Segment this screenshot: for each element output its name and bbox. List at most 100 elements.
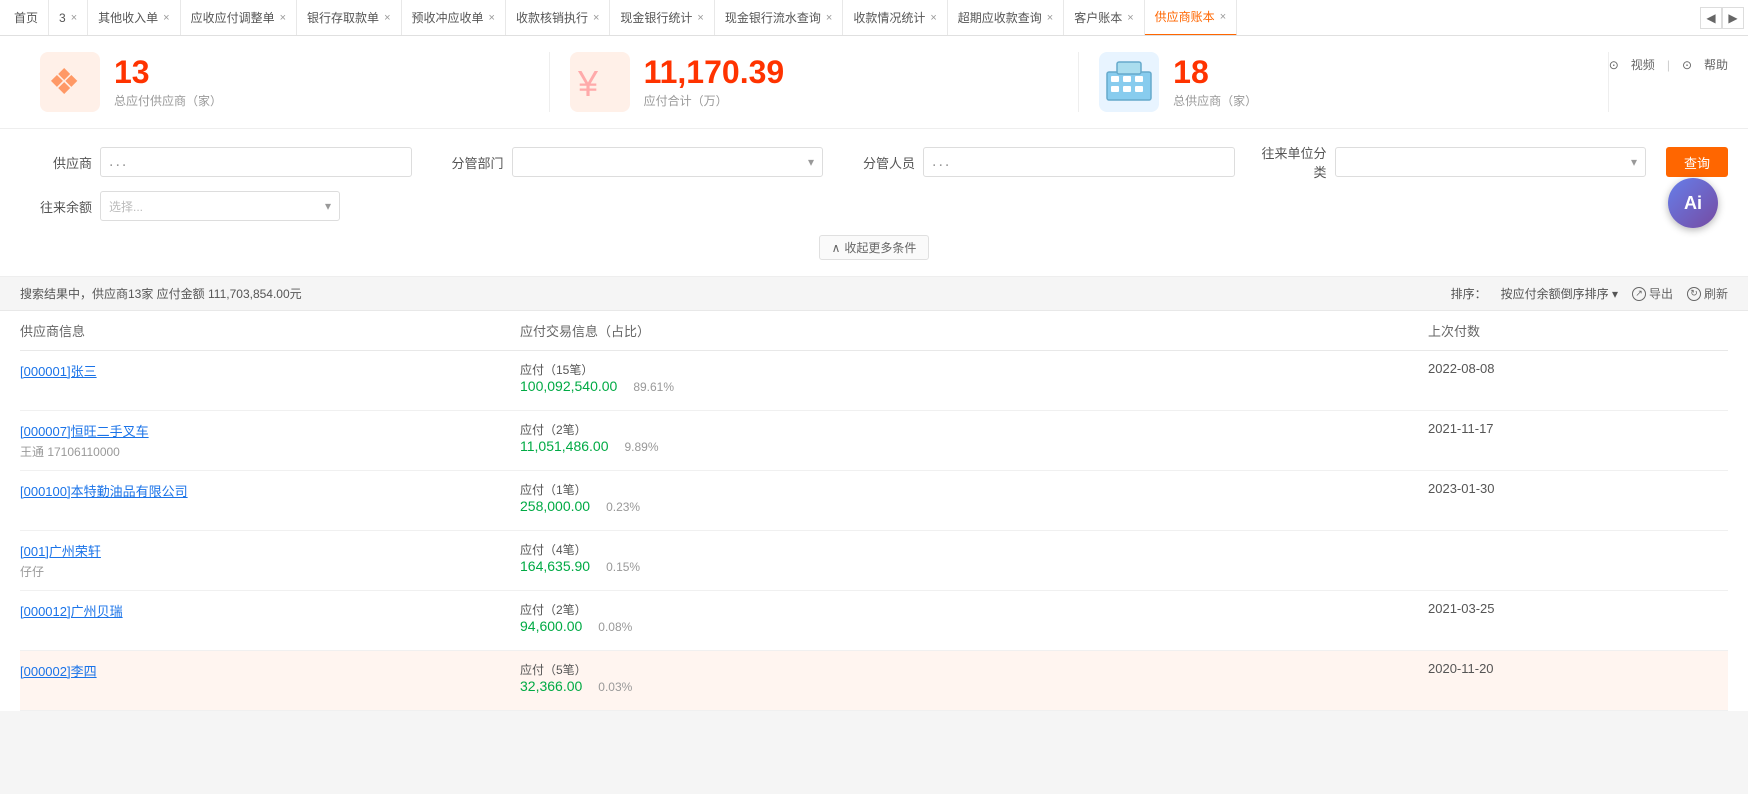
nav-item-supplier-account[interactable]: 供应商账本 × [1145, 0, 1237, 36]
tx-label: 应付（2笔） [520, 601, 1428, 618]
supplier-info: [001]广州荣轩 仔仔 [20, 541, 520, 580]
stat-card-1-info: 13 总应付供应商（家） [114, 56, 222, 109]
help-link[interactable]: 帮助 [1704, 56, 1728, 73]
table-container: 供应商信息 应付交易信息（占比） 上次付数 [000001]张三 应付（15笔）… [0, 311, 1748, 711]
suppliers-payable-icon: ❖ [40, 52, 100, 112]
stat-card-suppliers-payable: ❖ 13 总应付供应商（家） [20, 52, 550, 112]
filter-dept: 分管部门 ▾ [432, 147, 824, 177]
stat-label-1: 总应付供应商（家） [114, 92, 222, 109]
tx-pct: 0.03% [598, 680, 632, 694]
close-icon[interactable]: × [697, 12, 703, 24]
tx-amount[interactable]: 164,635.90 [520, 558, 590, 574]
close-icon[interactable]: × [1047, 12, 1053, 24]
supplier-link[interactable]: [000012]广州贝瑞 [20, 601, 520, 620]
nav-item-cash-stats[interactable]: 现金银行统计 × [610, 0, 714, 36]
tx-row: 94,600.00 0.08% [520, 618, 1428, 634]
stat-card-3-info: 18 总供应商（家） [1173, 56, 1257, 109]
last-pay: 2020-11-20 [1428, 661, 1728, 676]
supplier-link[interactable]: [000001]张三 [20, 361, 520, 380]
nav-item-receipt-stats[interactable]: 收款情况统计 × [843, 0, 947, 36]
tx-amount[interactable]: 258,000.00 [520, 498, 590, 514]
nav-item-customer-account[interactable]: 客户账本 × [1064, 0, 1144, 36]
close-icon[interactable]: × [593, 12, 599, 24]
stat-label-3: 总供应商（家） [1173, 92, 1257, 109]
nav-item-adjustment[interactable]: 应收应付调整单 × [181, 0, 297, 36]
close-icon[interactable]: × [163, 12, 169, 24]
ai-assistant-button[interactable]: Ai [1668, 178, 1718, 228]
supplier-link[interactable]: [000007]恒旺二手叉车 [20, 421, 520, 440]
filter-person: 分管人员 ... [843, 147, 1235, 177]
col-header-lastpay: 上次付数 [1428, 321, 1728, 340]
tx-amount[interactable]: 32,366.00 [520, 678, 582, 694]
result-bar: 搜索结果中，供应商13家 应付金额 111,703,854.00元 排序： 按应… [0, 277, 1748, 311]
last-pay: 2021-03-25 [1428, 601, 1728, 616]
nav-item-bank-deposit[interactable]: 银行存取款单 × [297, 0, 401, 36]
close-icon[interactable]: × [71, 12, 77, 24]
tx-amount[interactable]: 11,051,486.00 [520, 438, 609, 454]
nav-item-advance-offset[interactable]: 预收冲应收单 × [402, 0, 506, 36]
col-header-tx: 应付交易信息（占比） [520, 321, 1428, 340]
nav-next-button[interactable]: ▶ [1722, 7, 1744, 29]
tx-row: 11,051,486.00 9.89% [520, 438, 1428, 454]
tx-row: 164,635.90 0.15% [520, 558, 1428, 574]
close-icon[interactable]: × [489, 12, 495, 24]
stat-value-2: 11,170.39 [644, 56, 785, 88]
close-icon[interactable]: × [826, 12, 832, 24]
dept-input[interactable]: ▾ [512, 147, 824, 177]
close-icon[interactable]: × [930, 12, 936, 24]
tx-pct: 0.15% [606, 560, 640, 574]
export-icon: ↗ [1632, 287, 1646, 301]
svg-text:❖: ❖ [48, 61, 80, 102]
supplier-input[interactable]: ... [100, 147, 412, 177]
close-icon[interactable]: × [280, 12, 286, 24]
top-right-actions: ⊙ 视频 | ⊙ 帮助 [1609, 52, 1728, 73]
result-summary: 搜索结果中，供应商13家 应付金额 111,703,854.00元 [20, 285, 302, 302]
result-right-actions: 排序： 按应付余额倒序排序 ▾ ↗ 导出 ↻ 刷新 [1451, 285, 1728, 302]
tx-amount[interactable]: 94,600.00 [520, 618, 582, 634]
close-icon[interactable]: × [1127, 12, 1133, 24]
collapse-button[interactable]: ∧ 收起更多条件 [819, 235, 930, 260]
table-row: [000001]张三 应付（15笔） 100,092,540.00 89.61%… [20, 351, 1728, 411]
stat-card-2-info: 11,170.39 应付合计（万） [644, 56, 785, 109]
nav-item-other-income[interactable]: 其他收入单 × [88, 0, 180, 36]
supplier-link[interactable]: [000002]李四 [20, 661, 520, 680]
table-row: [000007]恒旺二手叉车 王通 17106110000 应付（2笔） 11,… [20, 411, 1728, 471]
nav-label: 超期应收款查询 [958, 9, 1042, 26]
circle-icon-2: ⊙ [1682, 58, 1692, 72]
sort-label: 排序： [1451, 285, 1487, 302]
tx-amount[interactable]: 100,092,540.00 [520, 378, 617, 394]
export-label: 导出 [1649, 285, 1673, 302]
close-icon[interactable]: × [1220, 11, 1226, 23]
tx-info: 应付（4笔） 164,635.90 0.15% [520, 541, 1428, 574]
nav-item-receipt-exec[interactable]: 收款核销执行 × [506, 0, 610, 36]
stat-label-2: 应付合计（万） [644, 92, 785, 109]
video-link[interactable]: 视频 [1631, 56, 1655, 73]
close-icon[interactable]: × [384, 12, 390, 24]
tx-row: 100,092,540.00 89.61% [520, 378, 1428, 394]
chevron-down-icon: ▾ [325, 199, 331, 213]
sort-select[interactable]: 按应付余额倒序排序 ▾ [1501, 285, 1618, 302]
refresh-button[interactable]: ↻ 刷新 [1687, 285, 1728, 302]
nav-item-3[interactable]: 3 × [49, 0, 88, 36]
tx-row: 258,000.00 0.23% [520, 498, 1428, 514]
tx-label: 应付（1笔） [520, 481, 1428, 498]
nav-prev-button[interactable]: ◀ [1700, 7, 1722, 29]
nav-label: 应收应付调整单 [191, 9, 275, 26]
supplier-link[interactable]: [001]广州荣轩 [20, 541, 520, 560]
last-pay: 2021-11-17 [1428, 421, 1728, 436]
nav-item-cash-flow[interactable]: 现金银行流水查询 × [715, 0, 843, 36]
tx-pct: 0.23% [606, 500, 640, 514]
category-input[interactable]: ▾ [1335, 147, 1647, 177]
nav-label: 现金银行流水查询 [725, 9, 821, 26]
person-input[interactable]: ... [923, 147, 1235, 177]
nav-label: 现金银行统计 [620, 9, 692, 26]
nav-item-home[interactable]: 首页 [4, 0, 49, 36]
nav-item-overdue[interactable]: 超期应收款查询 × [948, 0, 1064, 36]
filter-row-2: 往来余额 选择... ▾ [20, 191, 1728, 221]
nav-bar: 首页 3 × 其他收入单 × 应收应付调整单 × 银行存取款单 × 预收冲应收单… [0, 0, 1748, 36]
nav-label: 银行存取款单 [307, 9, 379, 26]
export-button[interactable]: ↗ 导出 [1632, 285, 1673, 302]
balance-input[interactable]: 选择... ▾ [100, 191, 340, 221]
supplier-link[interactable]: [000100]本特勤油品有限公司 [20, 481, 520, 500]
query-button[interactable]: 查询 [1666, 147, 1728, 177]
